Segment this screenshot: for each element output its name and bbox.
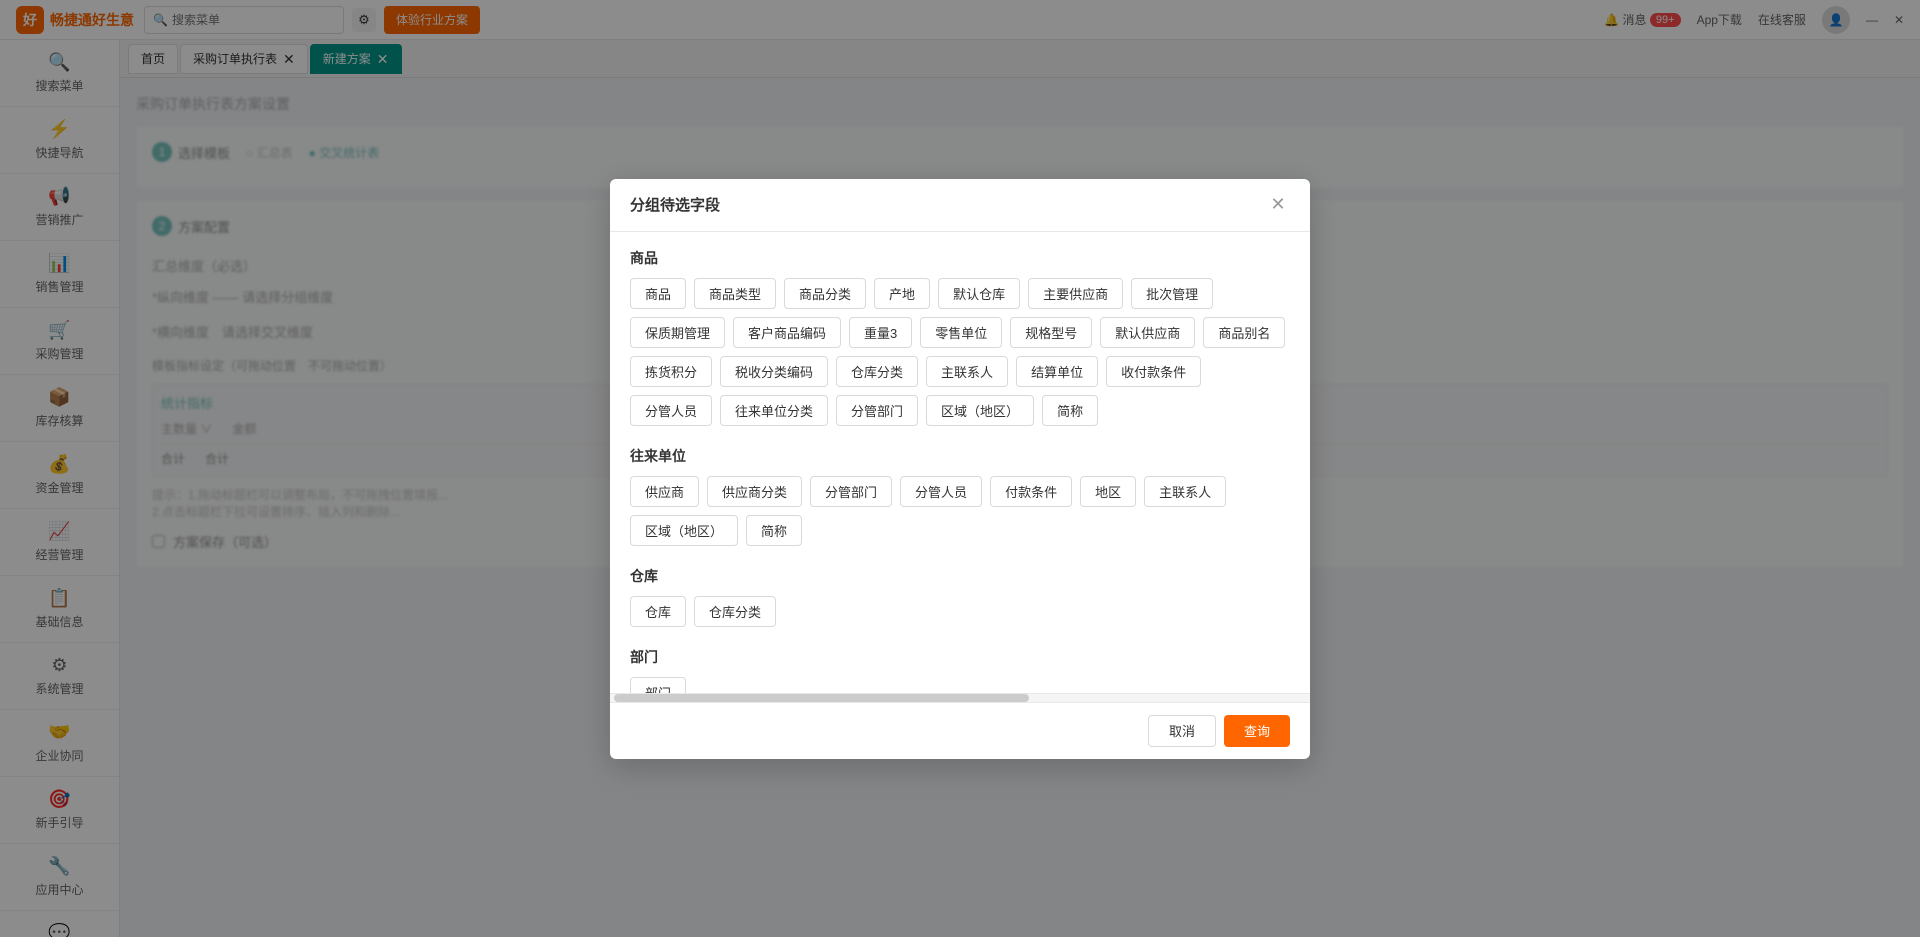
field-tag-0-18[interactable]: 结算单位	[1016, 356, 1098, 387]
field-tag-1-6[interactable]: 主联系人	[1144, 476, 1226, 507]
field-tag-0-24[interactable]: 简称	[1042, 395, 1098, 426]
modal-hscroll[interactable]	[610, 693, 1310, 702]
field-tag-0-2[interactable]: 商品分类	[784, 278, 866, 309]
field-tag-0-21[interactable]: 往来单位分类	[720, 395, 828, 426]
field-tags-2: 仓库仓库分类	[630, 596, 1290, 627]
modal-title: 分组待选字段	[630, 194, 720, 215]
field-tag-0-10[interactable]: 零售单位	[920, 317, 1002, 348]
modal-header: 分组待选字段 ✕	[610, 179, 1310, 232]
field-tag-0-7[interactable]: 保质期管理	[630, 317, 725, 348]
field-tags-3: 部门	[630, 677, 1290, 693]
field-section-0: 商品商品商品类型商品分类产地默认仓库主要供应商批次管理保质期管理客户商品编码重量…	[630, 248, 1290, 426]
field-tag-0-23[interactable]: 区域（地区）	[926, 395, 1034, 426]
field-section-1: 往来单位供应商供应商分类分管部门分管人员付款条件地区主联系人区域（地区） 简称	[630, 446, 1290, 546]
field-tag-0-20[interactable]: 分管人员	[630, 395, 712, 426]
modal-footer: 取消 查询	[610, 702, 1310, 759]
section-title-3: 部门	[630, 647, 1290, 667]
field-section-2: 仓库仓库仓库分类	[630, 566, 1290, 627]
field-tag-0-1[interactable]: 商品类型	[694, 278, 776, 309]
modal-body: 商品商品商品类型商品分类产地默认仓库主要供应商批次管理保质期管理客户商品编码重量…	[610, 232, 1310, 693]
field-tag-1-8[interactable]: 简称	[746, 515, 802, 546]
modal-overlay: 分组待选字段 ✕ 商品商品商品类型商品分类产地默认仓库主要供应商批次管理保质期管…	[0, 0, 1920, 937]
field-tags-1: 供应商供应商分类分管部门分管人员付款条件地区主联系人区域（地区） 简称	[630, 476, 1290, 546]
cancel-button[interactable]: 取消	[1148, 715, 1216, 747]
field-tag-1-5[interactable]: 地区	[1080, 476, 1136, 507]
field-tag-0-15[interactable]: 税收分类编码	[720, 356, 828, 387]
field-tag-1-2[interactable]: 分管部门	[810, 476, 892, 507]
field-tag-3-0[interactable]: 部门	[630, 677, 686, 693]
field-tag-0-17[interactable]: 主联系人	[926, 356, 1008, 387]
field-tag-0-9[interactable]: 重量3	[849, 317, 912, 348]
confirm-button[interactable]: 查询	[1224, 715, 1290, 747]
section-title-2: 仓库	[630, 566, 1290, 586]
field-tag-0-12[interactable]: 默认供应商	[1100, 317, 1195, 348]
field-tag-0-5[interactable]: 主要供应商	[1028, 278, 1123, 309]
field-tag-0-8[interactable]: 客户商品编码	[733, 317, 841, 348]
field-tag-2-1[interactable]: 仓库分类	[694, 596, 776, 627]
field-tag-0-11[interactable]: 规格型号	[1010, 317, 1092, 348]
field-tag-0-16[interactable]: 仓库分类	[836, 356, 918, 387]
field-tag-2-0[interactable]: 仓库	[630, 596, 686, 627]
field-tag-1-1[interactable]: 供应商分类	[707, 476, 802, 507]
field-tag-0-13[interactable]: 商品别名	[1203, 317, 1285, 348]
field-tags-0: 商品商品类型商品分类产地默认仓库主要供应商批次管理保质期管理客户商品编码重量3 零…	[630, 278, 1290, 426]
field-tag-0-6[interactable]: 批次管理	[1131, 278, 1213, 309]
field-tag-1-3[interactable]: 分管人员	[900, 476, 982, 507]
field-tag-0-4[interactable]: 默认仓库	[938, 278, 1020, 309]
section-title-1: 往来单位	[630, 446, 1290, 466]
field-tag-1-0[interactable]: 供应商	[630, 476, 699, 507]
hscroll-thumb	[614, 694, 1029, 702]
field-tag-0-14[interactable]: 拣货积分	[630, 356, 712, 387]
field-tag-0-19[interactable]: 收付款条件	[1106, 356, 1201, 387]
field-tag-0-3[interactable]: 产地	[874, 278, 930, 309]
field-tag-0-0[interactable]: 商品	[630, 278, 686, 309]
section-title-0: 商品	[630, 248, 1290, 268]
field-tag-0-22[interactable]: 分管部门	[836, 395, 918, 426]
field-section-3: 部门部门	[630, 647, 1290, 693]
field-select-modal: 分组待选字段 ✕ 商品商品商品类型商品分类产地默认仓库主要供应商批次管理保质期管…	[610, 179, 1310, 759]
field-tag-1-4[interactable]: 付款条件	[990, 476, 1072, 507]
modal-close-btn[interactable]: ✕	[1266, 193, 1290, 217]
field-tag-1-7[interactable]: 区域（地区）	[630, 515, 738, 546]
